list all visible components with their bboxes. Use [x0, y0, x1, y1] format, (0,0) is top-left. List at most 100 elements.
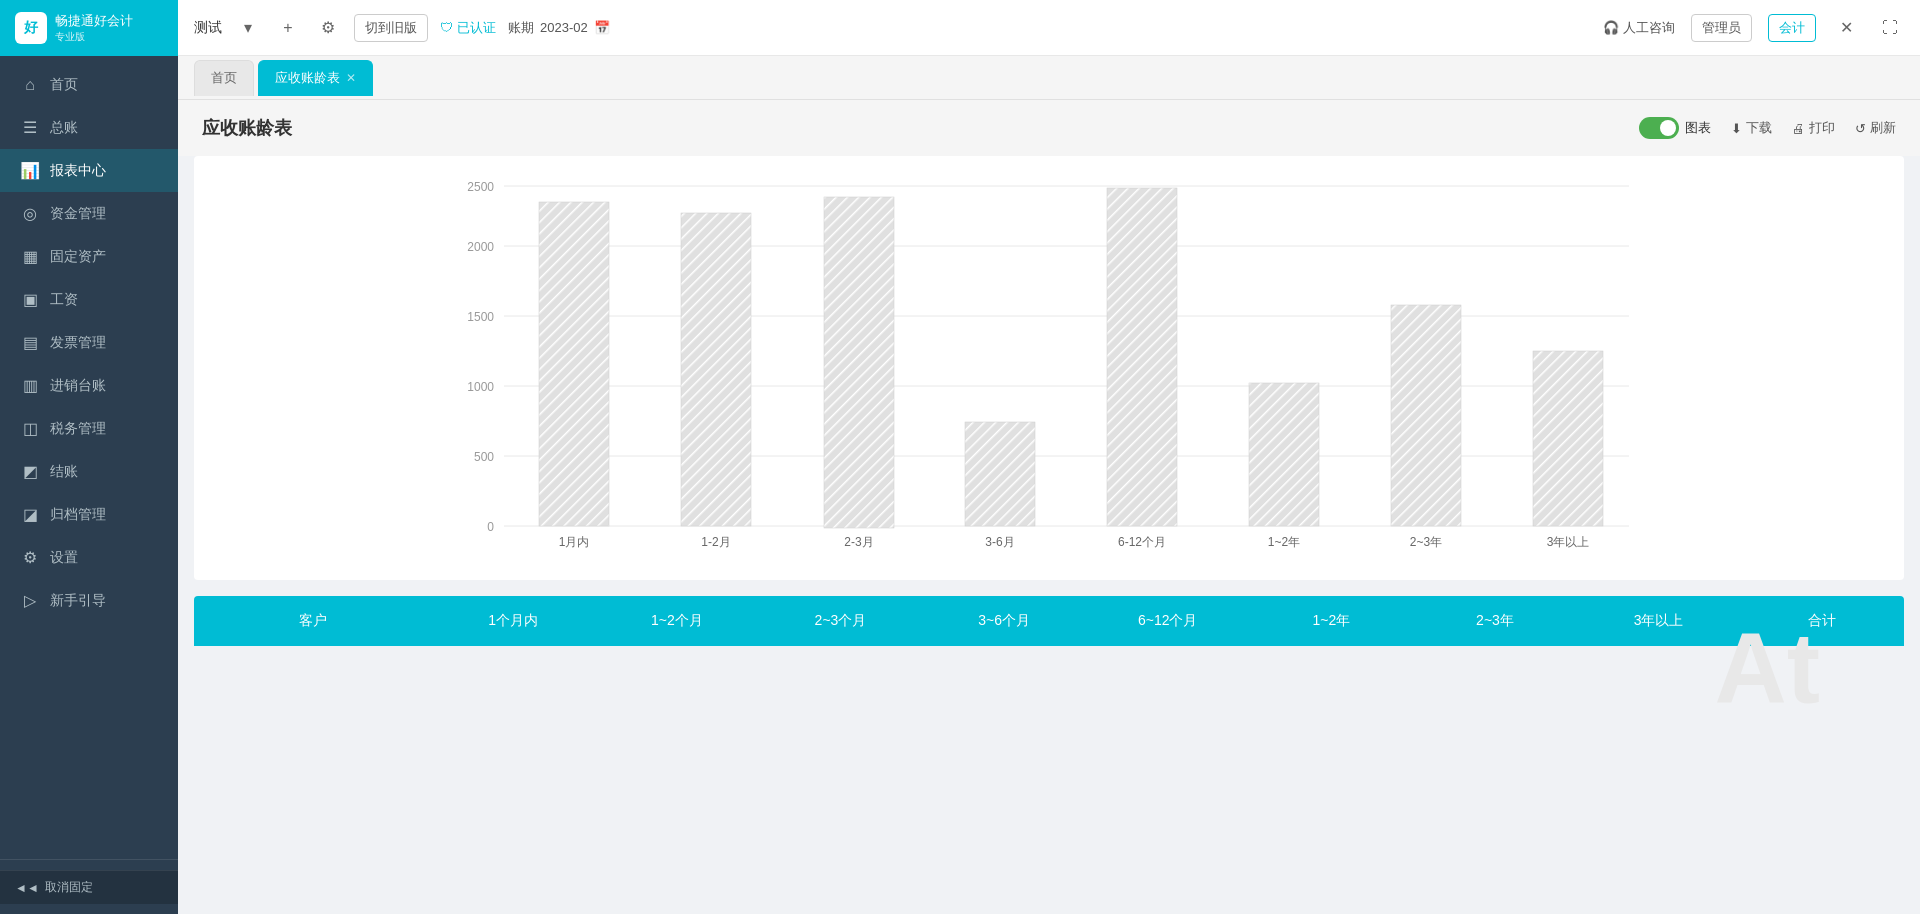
print-icon: 🖨 — [1792, 121, 1805, 136]
sidebar-item-reports[interactable]: 📊 报表中心 — [0, 149, 178, 192]
col-3-6month: 3~6个月 — [922, 612, 1086, 630]
tab-bar: 首页 应收账龄表 ✕ — [178, 56, 1920, 100]
svg-rect-28 — [1533, 351, 1603, 526]
tab-close-icon[interactable]: ✕ — [346, 71, 356, 85]
sidebar-logo: 好 畅捷通好会计 专业版 — [0, 0, 178, 56]
support-button[interactable]: 🎧 人工咨询 — [1603, 19, 1675, 37]
sidebar-item-payroll[interactable]: ▣ 工资 — [0, 278, 178, 321]
svg-rect-16 — [681, 213, 751, 526]
sidebar-item-invoices[interactable]: ▤ 发票管理 — [0, 321, 178, 364]
archive-icon: ◪ — [20, 505, 40, 524]
company-name: 测试 — [194, 19, 222, 37]
reports-icon: 📊 — [20, 161, 40, 180]
page-area: 应收账龄表 图表 ⬇ 下载 🖨 打印 ↺ 刷新 — [178, 100, 1920, 914]
svg-rect-20 — [965, 422, 1035, 526]
headset-icon: 🎧 — [1603, 20, 1619, 35]
cancel-fixed-button[interactable]: ◄◄ 取消固定 — [0, 870, 178, 904]
svg-text:3年以上: 3年以上 — [1547, 535, 1590, 549]
expand-window-button[interactable]: ⛶ — [1876, 14, 1904, 42]
svg-text:6-12个月: 6-12个月 — [1118, 535, 1166, 549]
close-accounts-icon: ◩ — [20, 462, 40, 481]
close-window-button[interactable]: ✕ — [1832, 14, 1860, 42]
invoices-icon: ▤ — [20, 333, 40, 352]
sidebar-item-inventory[interactable]: ▥ 进销台账 — [0, 364, 178, 407]
svg-text:2000: 2000 — [467, 240, 494, 254]
ledger-icon: ☰ — [20, 118, 40, 137]
home-icon: ⌂ — [20, 76, 40, 94]
download-button[interactable]: ⬇ 下载 — [1731, 119, 1772, 137]
col-1month: 1个月内 — [431, 612, 595, 630]
add-button[interactable]: + — [274, 14, 302, 42]
close-icon: ✕ — [1840, 18, 1853, 37]
svg-text:2500: 2500 — [467, 180, 494, 194]
user-button[interactable]: 管理员 — [1691, 14, 1752, 42]
svg-text:1月内: 1月内 — [559, 535, 590, 549]
sidebar-item-assets[interactable]: ▦ 固定资产 — [0, 235, 178, 278]
cancel-fixed-icon: ◄◄ — [15, 881, 39, 895]
certified-badge: 🛡 已认证 — [440, 19, 496, 37]
sidebar-footer: ◄◄ 取消固定 — [0, 859, 178, 914]
period-info: 账期 2023-02 📅 — [508, 19, 610, 37]
company-dropdown-button[interactable]: ▾ — [234, 14, 262, 42]
svg-rect-24 — [1249, 383, 1319, 526]
svg-text:1500: 1500 — [467, 310, 494, 324]
role-button[interactable]: 会计 — [1768, 14, 1816, 42]
sidebar-scroll: ⌂ 首页 ☰ 总账 📊 报表中心 ◎ 资金管理 ▦ 固定资产 ▣ 工资 — [0, 56, 178, 859]
download-icon: ⬇ — [1731, 121, 1742, 136]
chart-toggle-switch[interactable] — [1639, 117, 1679, 139]
guide-icon: ▷ — [20, 591, 40, 610]
sidebar-item-funds[interactable]: ◎ 资金管理 — [0, 192, 178, 235]
col-1-2year: 1~2年 — [1250, 612, 1414, 630]
chart-container: 0 500 1000 1500 2000 2500 — [194, 156, 1904, 580]
sidebar-item-archive[interactable]: ◪ 归档管理 — [0, 493, 178, 536]
sidebar-item-home[interactable]: ⌂ 首页 — [0, 64, 178, 106]
svg-text:0: 0 — [487, 520, 494, 534]
table-header: 客户 1个月内 1~2个月 2~3个月 3~6个月 6~12个月 1~2年 2~… — [194, 596, 1904, 646]
gear-icon: ⚙ — [321, 18, 335, 37]
sidebar-item-close[interactable]: ◩ 结账 — [0, 450, 178, 493]
sidebar-item-ledger[interactable]: ☰ 总账 — [0, 106, 178, 149]
page-header: 应收账龄表 图表 ⬇ 下载 🖨 打印 ↺ 刷新 — [178, 100, 1920, 156]
sidebar: 好 畅捷通好会计 专业版 ⌂ 首页 ☰ 总账 📊 报表中心 ◎ 资金管理 — [0, 0, 178, 914]
col-1-2month: 1~2个月 — [595, 612, 759, 630]
assets-icon: ▦ — [20, 247, 40, 266]
funds-icon: ◎ — [20, 204, 40, 223]
app-name: 畅捷通好会计 专业版 — [55, 13, 133, 43]
settings-button[interactable]: ⚙ — [314, 14, 342, 42]
bar-chart: 0 500 1000 1500 2000 2500 — [214, 176, 1884, 556]
svg-text:500: 500 — [474, 450, 494, 464]
svg-text:1-2月: 1-2月 — [701, 535, 730, 549]
svg-rect-22 — [1107, 188, 1177, 526]
calendar-icon[interactable]: 📅 — [594, 20, 610, 35]
main-content: 测试 ▾ + ⚙ 切到旧版 🛡 已认证 账期 2023-02 📅 🎧 人工咨询 — [178, 0, 1920, 914]
plus-icon: + — [283, 19, 292, 37]
svg-text:2-3月: 2-3月 — [844, 535, 873, 549]
tab-home[interactable]: 首页 — [194, 60, 254, 96]
sidebar-item-tax[interactable]: ◫ 税务管理 — [0, 407, 178, 450]
svg-text:2~3年: 2~3年 — [1410, 535, 1442, 549]
sidebar-item-guide[interactable]: ▷ 新手引导 — [0, 579, 178, 622]
page-actions: 图表 ⬇ 下载 🖨 打印 ↺ 刷新 — [1639, 117, 1896, 139]
header: 测试 ▾ + ⚙ 切到旧版 🛡 已认证 账期 2023-02 📅 🎧 人工咨询 — [178, 0, 1920, 56]
chart-toggle: 图表 — [1639, 117, 1711, 139]
inventory-icon: ▥ — [20, 376, 40, 395]
svg-rect-18 — [824, 197, 894, 528]
print-button[interactable]: 🖨 打印 — [1792, 119, 1835, 137]
refresh-button[interactable]: ↺ 刷新 — [1855, 119, 1896, 137]
svg-rect-26 — [1391, 305, 1461, 526]
payroll-icon: ▣ — [20, 290, 40, 309]
shield-icon: 🛡 — [440, 20, 453, 35]
old-version-button[interactable]: 切到旧版 — [354, 14, 428, 42]
svg-text:1~2年: 1~2年 — [1268, 535, 1300, 549]
app-logo-icon: 好 — [15, 12, 47, 44]
sidebar-item-settings[interactable]: ⚙ 设置 — [0, 536, 178, 579]
settings-icon: ⚙ — [20, 548, 40, 567]
page-title: 应收账龄表 — [202, 116, 292, 140]
svg-text:1000: 1000 — [467, 380, 494, 394]
col-2-3month: 2~3个月 — [759, 612, 923, 630]
col-6-12month: 6~12个月 — [1086, 612, 1250, 630]
svg-text:3-6月: 3-6月 — [985, 535, 1014, 549]
col-customer: 客户 — [194, 612, 431, 630]
tab-aging[interactable]: 应收账龄表 ✕ — [258, 60, 373, 96]
sidebar-nav: ⌂ 首页 ☰ 总账 📊 报表中心 ◎ 资金管理 ▦ 固定资产 ▣ 工资 — [0, 56, 178, 630]
